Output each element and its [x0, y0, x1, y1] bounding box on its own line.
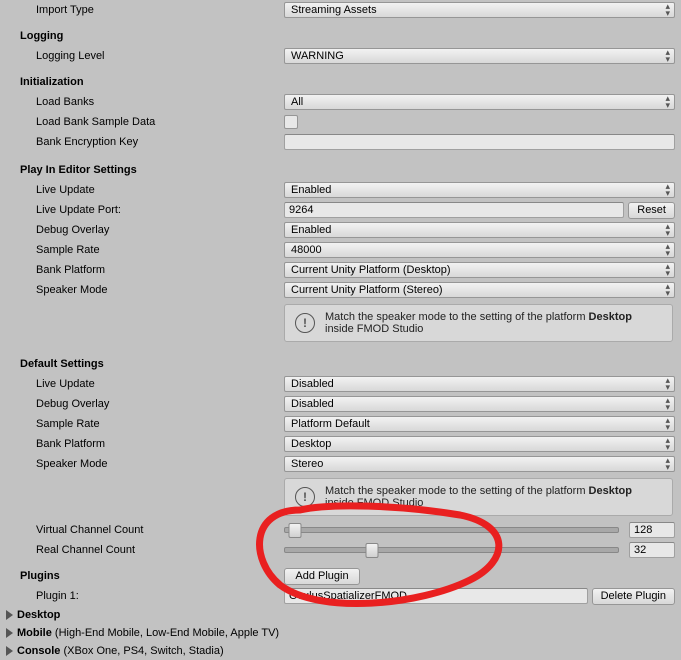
rcc-value[interactable]: 32 — [629, 542, 675, 558]
pe-info-text: Match the speaker mode to the setting of… — [325, 311, 662, 335]
logging-level-value: WARNING — [291, 50, 344, 62]
pe-sample-rate-dropdown[interactable]: 48000▴▾ — [284, 242, 675, 258]
dropdown-arrows-icon: ▴▾ — [665, 243, 670, 257]
mobile-label: Mobile (High-End Mobile, Low-End Mobile,… — [17, 627, 279, 639]
vcc-value[interactable]: 128 — [629, 522, 675, 538]
pe-port-label: Live Update Port: — [6, 204, 284, 216]
pe-bank-platform-label: Bank Platform — [6, 264, 284, 276]
initialization-header: Initialization — [6, 76, 284, 88]
console-foldout[interactable]: Console (XBox One, PS4, Switch, Stadia) — [0, 642, 681, 660]
dropdown-arrows-icon: ▴▾ — [665, 183, 670, 197]
load-sample-label: Load Bank Sample Data — [6, 116, 284, 128]
def-live-update-label: Live Update — [6, 378, 284, 390]
def-speaker-mode-dropdown[interactable]: Stereo▴▾ — [284, 456, 675, 472]
plugin-1-input[interactable]: OculusSpatializerFMOD — [284, 588, 588, 604]
enc-key-input[interactable] — [284, 134, 675, 150]
mobile-foldout[interactable]: Mobile (High-End Mobile, Low-End Mobile,… — [0, 624, 681, 642]
plugins-header: Plugins — [6, 570, 284, 582]
def-speaker-mode-label: Speaker Mode — [6, 458, 284, 470]
triangle-right-icon — [6, 646, 13, 656]
dropdown-arrows-icon: ▴▾ — [665, 3, 670, 17]
def-debug-dropdown[interactable]: Disabled▴▾ — [284, 396, 675, 412]
enc-key-label: Bank Encryption Key — [6, 136, 284, 148]
pe-speaker-mode-dropdown[interactable]: Current Unity Platform (Stereo)▴▾ — [284, 282, 675, 298]
def-info-text: Match the speaker mode to the setting of… — [325, 485, 662, 509]
dropdown-arrows-icon: ▴▾ — [665, 437, 670, 451]
logging-level-label: Logging Level — [6, 50, 284, 62]
pe-speaker-mode-label: Speaker Mode — [6, 284, 284, 296]
import-type-dropdown[interactable]: Streaming Assets ▴▾ — [284, 2, 675, 18]
def-bank-platform-label: Bank Platform — [6, 438, 284, 450]
load-sample-checkbox[interactable] — [284, 115, 298, 129]
logging-header: Logging — [6, 30, 284, 42]
import-type-value: Streaming Assets — [291, 4, 377, 16]
play-editor-header: Play In Editor Settings — [6, 164, 284, 176]
def-sample-rate-dropdown[interactable]: Platform Default▴▾ — [284, 416, 675, 432]
vcc-label: Virtual Channel Count — [6, 524, 284, 536]
dropdown-arrows-icon: ▴▾ — [665, 397, 670, 411]
load-banks-label: Load Banks — [6, 96, 284, 108]
dropdown-arrows-icon: ▴▾ — [665, 49, 670, 63]
rcc-slider[interactable] — [284, 547, 619, 553]
pe-sample-rate-label: Sample Rate — [6, 244, 284, 256]
add-plugin-button[interactable]: Add Plugin — [284, 568, 360, 585]
desktop-label: Desktop — [17, 609, 60, 621]
def-sample-rate-label: Sample Rate — [6, 418, 284, 430]
console-label: Console (XBox One, PS4, Switch, Stadia) — [17, 645, 224, 657]
pe-debug-dropdown[interactable]: Enabled▴▾ — [284, 222, 675, 238]
info-icon: ! — [295, 487, 315, 507]
dropdown-arrows-icon: ▴▾ — [665, 417, 670, 431]
def-debug-label: Debug Overlay — [6, 398, 284, 410]
dropdown-arrows-icon: ▴▾ — [665, 377, 670, 391]
def-live-update-dropdown[interactable]: Disabled▴▾ — [284, 376, 675, 392]
pe-live-update-dropdown[interactable]: Enabled▴▾ — [284, 182, 675, 198]
pe-port-input[interactable]: 9264 — [284, 202, 624, 218]
load-banks-value: All — [291, 96, 303, 108]
pe-bank-platform-dropdown[interactable]: Current Unity Platform (Desktop)▴▾ — [284, 262, 675, 278]
dropdown-arrows-icon: ▴▾ — [665, 283, 670, 297]
def-info-box: ! Match the speaker mode to the setting … — [284, 478, 673, 516]
dropdown-arrows-icon: ▴▾ — [665, 457, 670, 471]
dropdown-arrows-icon: ▴▾ — [665, 95, 670, 109]
def-bank-platform-dropdown[interactable]: Desktop▴▾ — [284, 436, 675, 452]
import-type-label: Import Type — [6, 4, 284, 16]
dropdown-arrows-icon: ▴▾ — [665, 263, 670, 277]
triangle-right-icon — [6, 610, 13, 620]
delete-plugin-button[interactable]: Delete Plugin — [592, 588, 675, 605]
triangle-right-icon — [6, 628, 13, 638]
pe-live-update-label: Live Update — [6, 184, 284, 196]
pe-info-box: ! Match the speaker mode to the setting … — [284, 304, 673, 342]
desktop-foldout[interactable]: Desktop — [0, 606, 681, 624]
reset-button[interactable]: Reset — [628, 202, 675, 219]
defaults-header: Default Settings — [6, 358, 284, 370]
plugin-1-label: Plugin 1: — [6, 590, 284, 602]
dropdown-arrows-icon: ▴▾ — [665, 223, 670, 237]
rcc-label: Real Channel Count — [6, 544, 284, 556]
info-icon: ! — [295, 313, 315, 333]
logging-level-dropdown[interactable]: WARNING ▴▾ — [284, 48, 675, 64]
vcc-slider[interactable] — [284, 527, 619, 533]
pe-debug-label: Debug Overlay — [6, 224, 284, 236]
load-banks-dropdown[interactable]: All ▴▾ — [284, 94, 675, 110]
